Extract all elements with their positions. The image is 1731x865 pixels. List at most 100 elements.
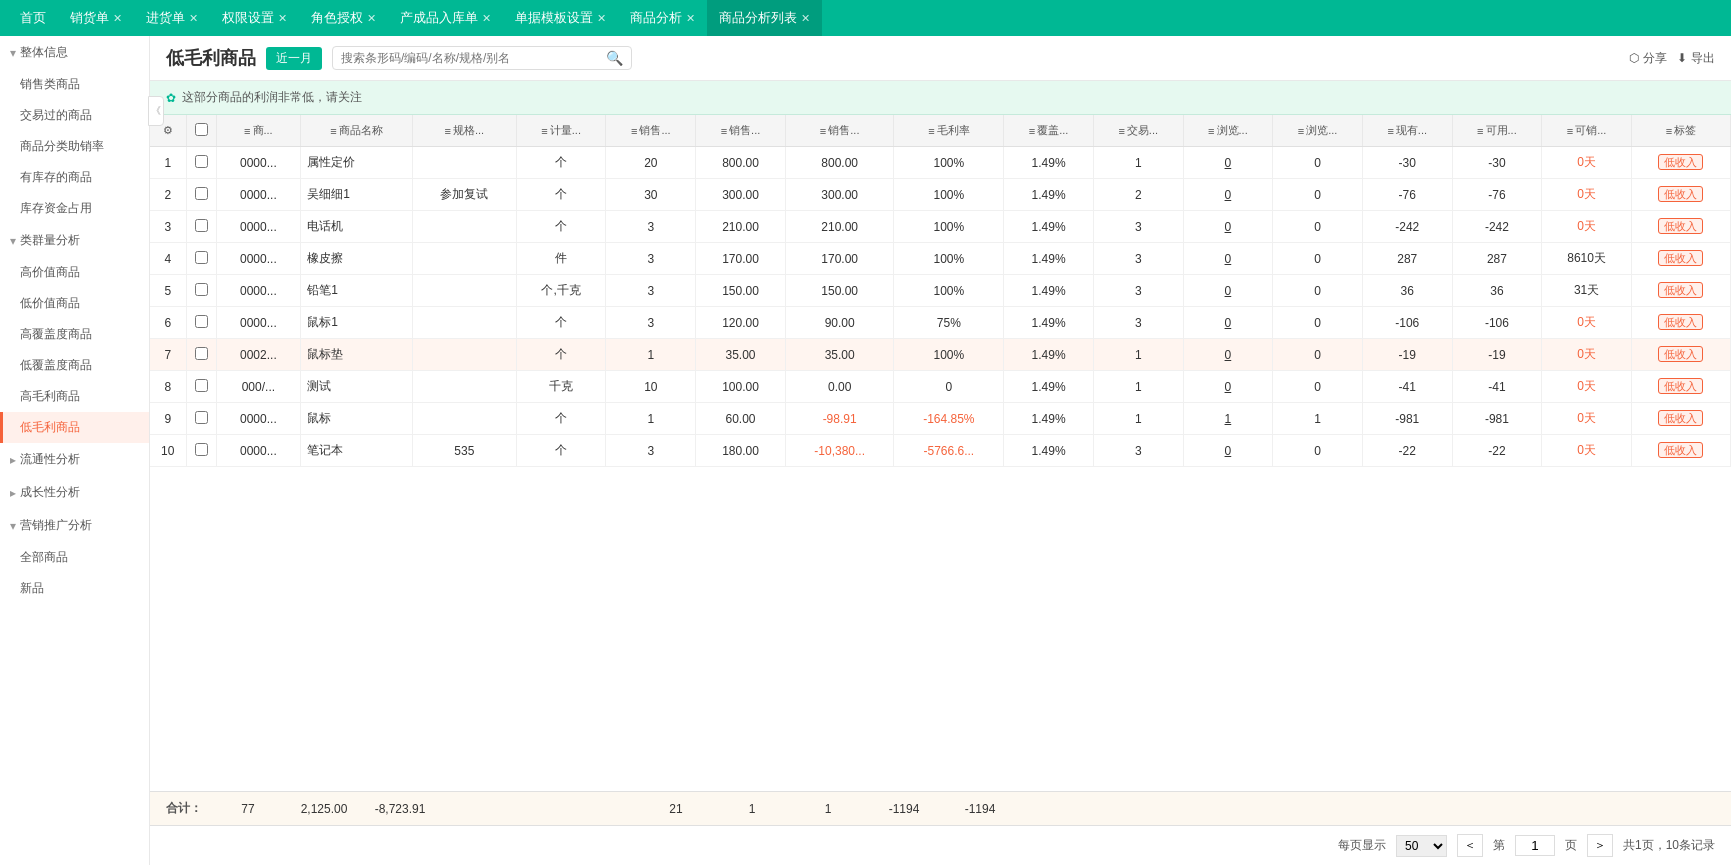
cell-checkbox[interactable] [186,339,216,371]
nav-roles[interactable]: 角色授权✕ [299,0,388,36]
cell-gross-margin: 100% [894,243,1004,275]
row-checkbox[interactable] [195,251,208,264]
cell-available: 36 [1452,275,1542,307]
sidebar-item-all-products[interactable]: 全部商品 [0,542,149,573]
nav-product-analysis-list[interactable]: 商品分析列表✕ [707,0,822,36]
row-checkbox[interactable] [195,443,208,456]
col-views1: ≡ 浏览... [1183,115,1273,147]
table-footer: 合计： 77 2,125.00 -8,723.91 21 1 1 -1194 -… [150,791,1731,825]
cell-current-stock: 287 [1362,243,1452,275]
cell-checkbox[interactable] [186,211,216,243]
per-page-label: 每页显示 [1338,837,1386,854]
export-button[interactable]: ⬇ 导出 [1677,50,1715,67]
cell-checkbox[interactable] [186,435,216,467]
col-transactions: ≡ 交易... [1093,115,1183,147]
cell-checkbox[interactable] [186,243,216,275]
nav-close-template-settings[interactable]: ✕ [597,12,606,24]
nav-close-permissions[interactable]: ✕ [278,12,287,24]
arrow-overall: ▾ [10,46,16,60]
cell-checkbox[interactable] [186,179,216,211]
row-checkbox[interactable] [195,187,208,200]
cell-checkbox[interactable] [186,147,216,179]
nav-close-roles[interactable]: ✕ [367,12,376,24]
cell-spec: 参加复试 [412,179,516,211]
sidebar-section-cluster[interactable]: ▾ 类群量分析 [0,224,149,257]
cell-sellable: 31天 [1542,275,1632,307]
cell-tag: 低收入 [1631,243,1730,275]
sidebar-item-high-margin[interactable]: 高毛利商品 [0,381,149,412]
sidebar-item-sales-products[interactable]: 销售类商品 [0,69,149,100]
sidebar-item-traded-products[interactable]: 交易过的商品 [0,100,149,131]
cell-transactions: 3 [1093,435,1183,467]
sidebar-item-new-products[interactable]: 新品 [0,573,149,604]
nav-home[interactable]: 首页 [8,0,58,36]
sidebar-item-high-value[interactable]: 高价值商品 [0,257,149,288]
sidebar-section-growth[interactable]: ▸ 成长性分析 [0,476,149,509]
nav-product-analysis[interactable]: 商品分析✕ [618,0,707,36]
search-box: 🔍 [332,46,632,70]
row-checkbox[interactable] [195,315,208,328]
cell-coverage: 1.49% [1004,147,1094,179]
cell-checkbox[interactable] [186,275,216,307]
row-checkbox[interactable] [195,155,208,168]
col-checkbox[interactable] [186,115,216,147]
col-sellable: ≡ 可销... [1542,115,1632,147]
row-checkbox[interactable] [195,379,208,392]
nav-close-product-analysis-list[interactable]: ✕ [801,12,810,24]
footer-transactions: 21 [646,802,706,816]
cell-sales-qty: 3 [606,307,696,339]
prev-page-button[interactable]: ＜ [1457,834,1483,857]
sidebar-item-low-value[interactable]: 低价值商品 [0,288,149,319]
sidebar-item-stocked-products[interactable]: 有库存的商品 [0,162,149,193]
cell-current-stock: -41 [1362,371,1452,403]
sidebar-item-low-coverage[interactable]: 低覆盖度商品 [0,350,149,381]
row-checkbox[interactable] [195,283,208,296]
row-checkbox[interactable] [195,347,208,360]
cell-sellable: 0天 [1542,435,1632,467]
nav-template-settings[interactable]: 单据模板设置✕ [503,0,618,36]
cell-sales-price: 150.00 [696,275,786,307]
nav-close-product-entry[interactable]: ✕ [482,12,491,24]
row-checkbox[interactable] [195,411,208,424]
nav-permissions[interactable]: 权限设置✕ [210,0,299,36]
cell-coverage: 1.49% [1004,435,1094,467]
share-button[interactable]: ⬡ 分享 [1629,50,1667,67]
sidebar-section-circulation[interactable]: ▸ 流通性分析 [0,443,149,476]
cell-gross-margin: 0 [894,371,1004,403]
row-checkbox[interactable] [195,219,208,232]
nav-sales[interactable]: 销货单✕ [58,0,134,36]
per-page-select[interactable]: 50 20 100 [1396,835,1447,857]
cell-gross-margin: 100% [894,147,1004,179]
search-input[interactable] [341,51,606,65]
nav-close-sales[interactable]: ✕ [113,12,122,24]
select-all-checkbox[interactable] [195,123,208,136]
cell-unit: 件 [516,243,606,275]
sidebar-section-marketing[interactable]: ▾ 营销推广分析 [0,509,149,542]
cell-sales-price: 300.00 [696,179,786,211]
cell-current-stock: -242 [1362,211,1452,243]
next-page-button[interactable]: ＞ [1587,834,1613,857]
sidebar-item-high-coverage[interactable]: 高覆盖度商品 [0,319,149,350]
nav-product-entry[interactable]: 产成品入库单✕ [388,0,503,36]
time-filter-button[interactable]: 近一月 [266,47,322,70]
sidebar-item-low-margin[interactable]: 低毛利商品 [0,412,149,443]
cell-unit: 个 [516,307,606,339]
sidebar-collapse-button[interactable]: 《 [148,96,164,126]
cell-checkbox[interactable] [186,307,216,339]
nav-purchase[interactable]: 进货单✕ [134,0,210,36]
cell-spec [412,403,516,435]
cell-sales-qty: 1 [606,339,696,371]
nav-close-purchase[interactable]: ✕ [189,12,198,24]
nav-close-product-analysis[interactable]: ✕ [686,12,695,24]
cell-available: -19 [1452,339,1542,371]
sidebar-section-overall[interactable]: ▾ 整体信息 [0,36,149,69]
cell-checkbox[interactable] [186,403,216,435]
page-number-input[interactable] [1515,835,1555,856]
cell-tag: 低收入 [1631,339,1730,371]
sidebar-item-category-rate[interactable]: 商品分类助销率 [0,131,149,162]
cell-coverage: 1.49% [1004,243,1094,275]
cell-coverage: 1.49% [1004,179,1094,211]
cell-checkbox[interactable] [186,371,216,403]
cell-transactions: 3 [1093,275,1183,307]
sidebar-item-stock-funds[interactable]: 库存资金占用 [0,193,149,224]
